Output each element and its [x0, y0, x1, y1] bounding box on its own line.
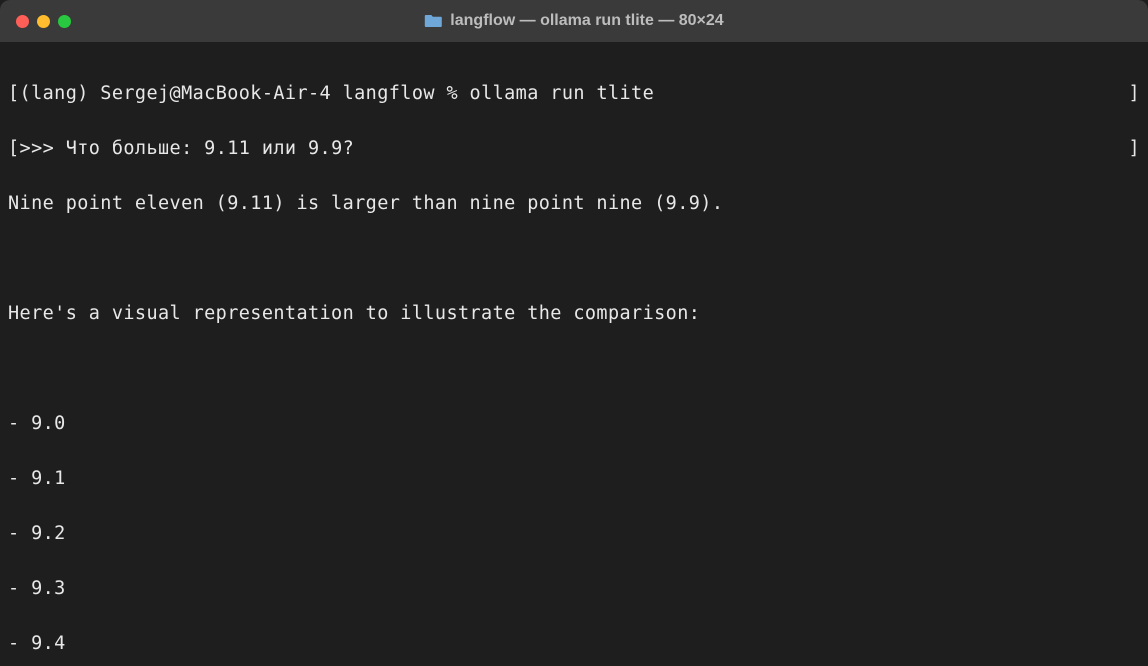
folder-icon [424, 14, 442, 28]
terminal-output[interactable]: [(lang) Sergej@MacBook-Air-4 langflow % … [0, 42, 1148, 666]
blank-line [8, 245, 1140, 273]
list-item: - 9.2 [8, 520, 1140, 548]
right-bracket: ] [1128, 80, 1140, 108]
prompt-marker: >>> [20, 138, 66, 159]
window-controls [16, 15, 71, 28]
response-line: Here's a visual representation to illust… [8, 300, 1140, 328]
list-item: - 9.1 [8, 465, 1140, 493]
left-bracket: [ [8, 138, 20, 159]
user-question: Что больше: 9.11 или 9.9? [66, 138, 354, 159]
zoom-button[interactable] [58, 15, 71, 28]
minimize-button[interactable] [37, 15, 50, 28]
list-item: - 9.3 [8, 575, 1140, 603]
shell-command: ollama run tlite [470, 83, 655, 104]
shell-line: [(lang) Sergej@MacBook-Air-4 langflow % … [8, 80, 1140, 108]
window-title-group: langflow — ollama run tlite — 80×24 [424, 9, 723, 33]
close-button[interactable] [16, 15, 29, 28]
right-bracket: ] [1128, 135, 1140, 163]
blank-line [8, 355, 1140, 383]
response-line: Nine point eleven (9.11) is larger than … [8, 190, 1140, 218]
list-item: - 9.0 [8, 410, 1140, 438]
left-bracket: [ [8, 83, 20, 104]
shell-prompt: (lang) Sergej@MacBook-Air-4 langflow % [20, 83, 470, 104]
user-input-line: [>>> Что больше: 9.11 или 9.9?] [8, 135, 1140, 163]
list-item: - 9.4 [8, 630, 1140, 658]
window-title: langflow — ollama run tlite — 80×24 [450, 9, 723, 33]
titlebar[interactable]: langflow — ollama run tlite — 80×24 [0, 0, 1148, 42]
terminal-window: langflow — ollama run tlite — 80×24 [(la… [0, 0, 1148, 666]
